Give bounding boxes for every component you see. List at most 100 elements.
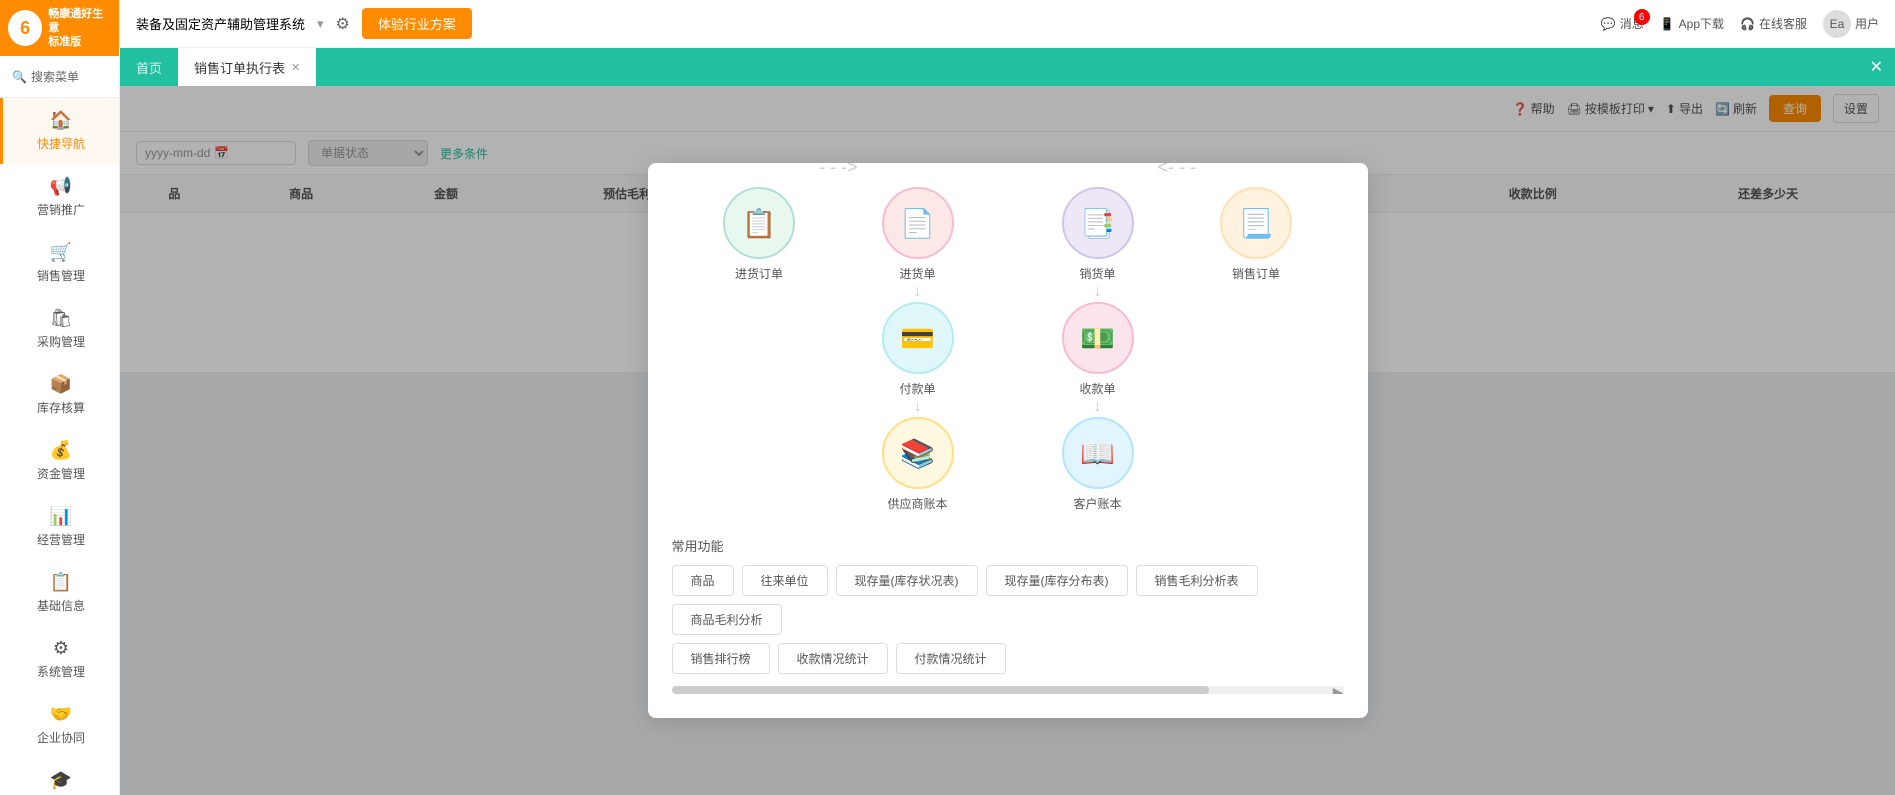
flow-item-sale[interactable]: 📑 销货单: [1038, 187, 1158, 282]
close-all-tabs-button[interactable]: ✕: [1858, 57, 1895, 77]
customer-ledger-circle: 📖: [1062, 417, 1134, 489]
sidebar-item-label: 系统管理: [37, 663, 85, 680]
sidebar-item-label: 基础信息: [37, 597, 85, 614]
flow-col-purchase: 📄 进货单 ↓ 💳: [858, 187, 978, 512]
sidebar-item-label: 经营管理: [37, 531, 85, 548]
sidebar-item-guide[interactable]: 🎓 新手引导: [0, 758, 119, 795]
sidebar-item-system[interactable]: ⚙ 系统管理: [0, 626, 119, 692]
arrow-purchase-down: ↓: [914, 284, 922, 300]
common-buttons-row: 商品 往来单位 现存量(库存状况表) 现存量(库存分布表) 销售毛利分析表 商品…: [672, 565, 1344, 635]
customer-ledger-icon: 📖: [1080, 437, 1115, 470]
cooperation-icon: 🤝: [50, 704, 72, 725]
dropdown-icon[interactable]: ▾: [317, 16, 324, 32]
purchase-icon: 🛍: [50, 308, 73, 329]
tab-sales-order[interactable]: 销售订单执行表 ✕: [178, 48, 316, 86]
download-icon: 📱: [1660, 17, 1675, 31]
tab-sales-order-label: 销售订单执行表: [194, 58, 285, 77]
sidebar-search[interactable]: 🔍 搜索菜单: [0, 56, 119, 98]
sidebar-item-label: 库存核算: [37, 399, 85, 416]
system-title: 装备及固定资产辅助管理系统: [136, 14, 305, 33]
scroll-right-arrow[interactable]: ▶: [1333, 684, 1344, 694]
flow-row-top: 📋 进货订单 - - ->: [672, 187, 1344, 512]
service-icon: 🎧: [1740, 17, 1755, 31]
tab-close-icon[interactable]: ✕: [291, 61, 300, 74]
receipt-circle: 💵: [1062, 302, 1134, 374]
page-area: ❓ 帮助 🖨 按模板打印 ▾ ⬆ 导出 🔄 刷新: [120, 86, 1895, 795]
sidebar: 6 畅康通好生意 标准版 🔍 搜索菜单 🏠 快捷导航 📢 营销推广 �: [0, 0, 120, 795]
purchase-circle: 📄: [882, 187, 954, 259]
sidebar-item-marketing[interactable]: 📢 营销推广: [0, 164, 119, 230]
top-bar: 装备及固定资产辅助管理系统 ▾ ⚙ 体验行业方案 💬 6 消息 📱 App下载 …: [120, 0, 1895, 48]
user-name-label: 用户: [1855, 15, 1879, 32]
logo-icon: 6: [8, 10, 42, 46]
sales-icon: 🛒: [50, 242, 72, 263]
sale-label: 销货单: [1079, 265, 1115, 282]
flow-item-sales-order[interactable]: 📃 销售订单: [1196, 187, 1316, 282]
flow-col-sale: 📑 销货单 ↓ 💵: [1038, 187, 1158, 512]
payment-label: 付款单: [899, 380, 935, 397]
flow-item-payment[interactable]: 💳 付款单: [858, 302, 978, 397]
btn-receipt-stats[interactable]: 收款情况统计: [778, 643, 888, 674]
payment-circle: 💳: [882, 302, 954, 374]
scroll-bar[interactable]: ▶: [672, 686, 1344, 694]
flow-item-purchase[interactable]: 📄 进货单: [858, 187, 978, 282]
sidebar-logo: 6 畅康通好生意 标准版: [0, 0, 119, 56]
common-functions-section: 常用功能 商品 往来单位 现存量(库存状况表) 现存量(库存分布表) 销售毛利分…: [672, 536, 1344, 674]
logo-sub: 标准版: [48, 35, 111, 49]
sidebar-item-inventory[interactable]: 📦 库存核算: [0, 362, 119, 428]
tab-home[interactable]: 首页: [120, 48, 178, 86]
system-icon: ⚙: [53, 638, 69, 659]
flow-col-sales-order: 📃 销售订单: [1196, 187, 1316, 282]
online-service-label: 在线客服: [1759, 15, 1807, 32]
receipt-label: 收款单: [1079, 380, 1115, 397]
arrow-receipt-down: ↓: [1094, 399, 1102, 415]
purchase-order-circle: 📋: [723, 187, 795, 259]
message-icon: 💬: [1601, 17, 1616, 31]
btn-sales-ranking[interactable]: 销售排行榜: [672, 643, 770, 674]
app-download-label: App下载: [1679, 15, 1724, 32]
sidebar-item-basic-info[interactable]: 📋 基础信息: [0, 560, 119, 626]
main-content: 装备及固定资产辅助管理系统 ▾ ⚙ 体验行业方案 💬 6 消息 📱 App下载 …: [120, 0, 1895, 795]
flow-item-purchase-order[interactable]: 📋 进货订单: [699, 187, 819, 282]
sidebar-item-home[interactable]: 🏠 快捷导航: [0, 98, 119, 164]
btn-stock-status[interactable]: 现存量(库存状况表): [836, 565, 978, 596]
search-icon: 🔍: [12, 70, 27, 84]
supplier-ledger-label: 供应商账本: [887, 495, 947, 512]
flow-item-customer-ledger[interactable]: 📖 客户账本: [1038, 417, 1158, 512]
sidebar-item-purchase[interactable]: 🛍 采购管理: [0, 296, 119, 362]
scroll-thumb: [672, 686, 1210, 694]
app-download-item[interactable]: 📱 App下载: [1660, 15, 1724, 32]
arrow-payment-down: ↓: [914, 399, 922, 415]
flow-item-supplier-ledger[interactable]: 📚 供应商账本: [858, 417, 978, 512]
btn-goods[interactable]: 商品: [672, 565, 734, 596]
btn-payment-stats[interactable]: 付款情况统计: [896, 643, 1006, 674]
sidebar-item-operations[interactable]: 📊 经营管理: [0, 494, 119, 560]
try-button[interactable]: 体验行业方案: [362, 8, 472, 39]
tab-home-label: 首页: [136, 58, 162, 77]
payment-icon: 💳: [900, 322, 935, 355]
sidebar-item-cooperation[interactable]: 🤝 企业协同: [0, 692, 119, 758]
flow-col-purchase-order: 📋 进货订单: [699, 187, 819, 282]
user-item[interactable]: Ea 用户: [1823, 10, 1879, 38]
guide-icon: 🎓: [50, 770, 72, 791]
sale-circle: 📑: [1062, 187, 1134, 259]
arrow-sale-down: ↓: [1094, 284, 1102, 300]
message-icon-item[interactable]: 💬 6 消息: [1601, 15, 1644, 32]
search-menu-button[interactable]: 🔍 搜索菜单: [8, 64, 111, 89]
basic-info-icon: 📋: [50, 572, 72, 593]
purchase-order-icon: 📋: [742, 207, 777, 240]
supplier-ledger-circle: 📚: [882, 417, 954, 489]
settings-icon[interactable]: ⚙: [336, 14, 350, 34]
btn-partner[interactable]: 往来单位: [742, 565, 828, 596]
btn-stock-dist[interactable]: 现存量(库存分布表): [986, 565, 1128, 596]
receipt-icon: 💵: [1080, 322, 1115, 355]
btn-sales-margin[interactable]: 销售毛利分析表: [1136, 565, 1258, 596]
logo-title: 畅康通好生意: [48, 7, 111, 36]
online-service-item[interactable]: 🎧 在线客服: [1740, 15, 1807, 32]
flow-item-receipt[interactable]: 💵 收款单: [1038, 302, 1158, 397]
sidebar-item-sales[interactable]: 🛒 销售管理: [0, 230, 119, 296]
btn-goods-margin[interactable]: 商品毛利分析: [672, 604, 782, 635]
sidebar-item-finance[interactable]: 💰 资金管理: [0, 428, 119, 494]
dialog-overlay[interactable]: 📋 进货订单 - - ->: [120, 86, 1895, 795]
purchase-order-label: 进货订单: [735, 265, 783, 282]
